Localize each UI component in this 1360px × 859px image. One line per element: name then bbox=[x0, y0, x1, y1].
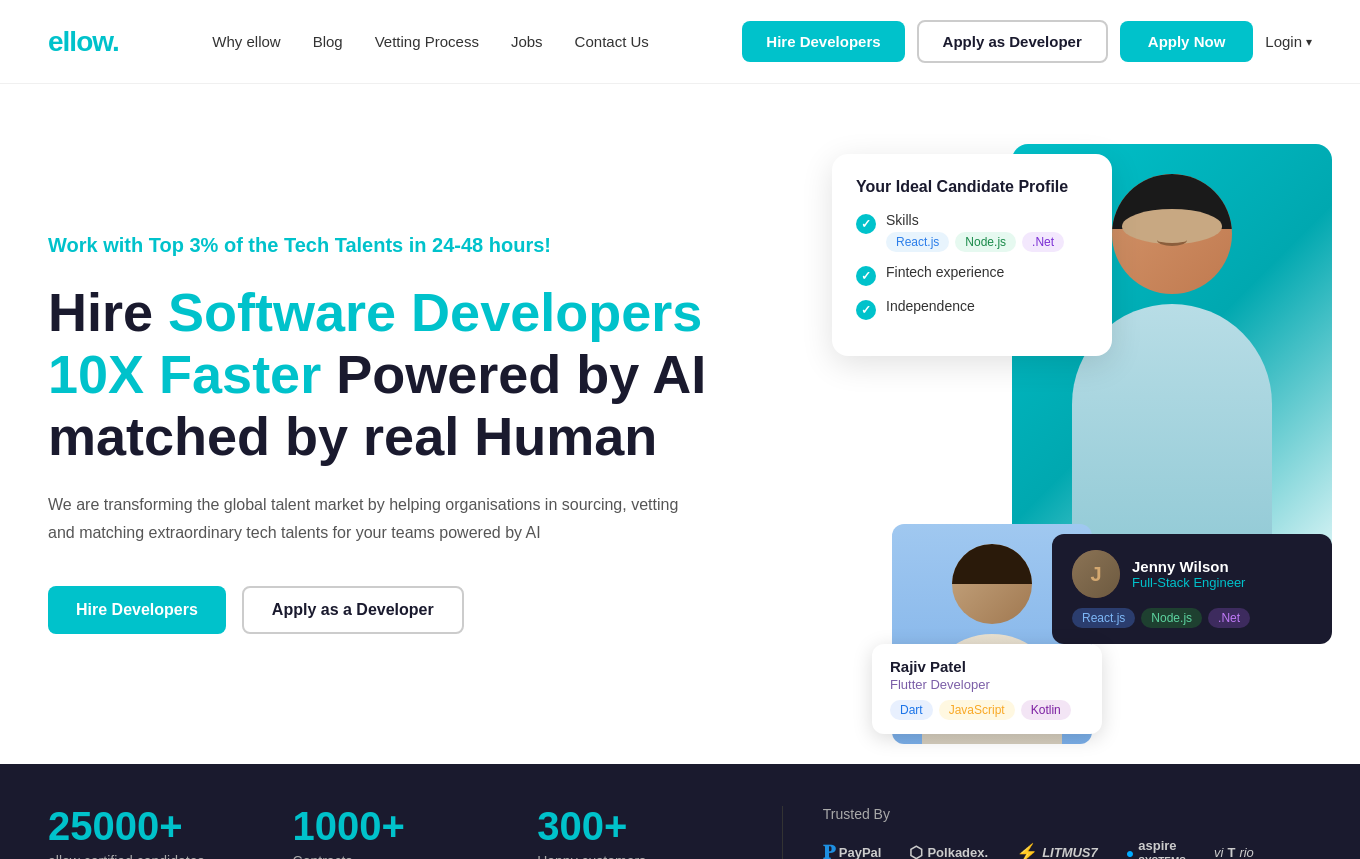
stat-candidates-num: 25000+ bbox=[48, 804, 293, 849]
nav-jobs[interactable]: Jobs bbox=[511, 33, 543, 50]
logo-litmus7: ⚡ LITMUS7 bbox=[1016, 842, 1098, 860]
nav-actions: Hire Developers Apply as Developer Apply… bbox=[742, 20, 1312, 63]
paypal-icon: 𝐏 bbox=[823, 841, 835, 859]
logo-polkadex: ⬡ Polkadex. bbox=[909, 843, 988, 859]
nav-why-ellow[interactable]: Why ellow bbox=[212, 33, 280, 50]
aspire-icon: ● bbox=[1126, 845, 1134, 860]
apply-now-button[interactable]: Apply Now bbox=[1120, 21, 1254, 62]
profile-fintech-row: Fintech experience bbox=[856, 264, 1088, 286]
litmus7-icon: ⚡ bbox=[1016, 842, 1038, 860]
avatar-smile bbox=[1157, 234, 1187, 246]
hero-title-part1: Hire bbox=[48, 282, 168, 342]
apply-as-developer-button[interactable]: Apply as Developer bbox=[917, 20, 1108, 63]
profile-skills-row: Skills React.js Node.js .Net bbox=[856, 212, 1088, 252]
rajiv-tags: Dart JavaScript Kotlin bbox=[890, 700, 1084, 720]
rajiv-tag-kotlin: Kotlin bbox=[1021, 700, 1071, 720]
rajiv-name: Rajiv Patel bbox=[890, 658, 1084, 675]
jenny-tag-node: Node.js bbox=[1141, 608, 1202, 628]
logo-paypal: 𝐏 PayPal bbox=[823, 841, 882, 859]
login-button[interactable]: Login bbox=[1265, 33, 1312, 50]
nav-contact[interactable]: Contact Us bbox=[575, 33, 649, 50]
stat-customers-num: 300+ bbox=[537, 804, 782, 849]
logo-text: llow. bbox=[63, 26, 119, 57]
hire-developers-button[interactable]: Hire Developers bbox=[742, 21, 904, 62]
stat-customers-label: Happy customers bbox=[537, 853, 782, 859]
tag-net: .Net bbox=[1022, 232, 1064, 252]
hero-title-highlight: Software Developers bbox=[168, 282, 702, 342]
jenny-role: Full-Stack Engineer bbox=[1132, 575, 1245, 590]
logo-vitrio: viTrio bbox=[1214, 845, 1254, 859]
rajiv-info-card: Rajiv Patel Flutter Developer Dart JavaS… bbox=[872, 644, 1102, 734]
hero-right: Your Ideal Candidate Profile Skills Reac… bbox=[832, 144, 1312, 724]
rajiv-hair bbox=[952, 544, 1032, 584]
tag-node: Node.js bbox=[955, 232, 1016, 252]
hero-hire-button[interactable]: Hire Developers bbox=[48, 586, 226, 634]
rajiv-avatar bbox=[952, 544, 1032, 624]
jenny-info: Jenny Wilson Full-Stack Engineer bbox=[1132, 558, 1245, 590]
hero-apply-button[interactable]: Apply as a Developer bbox=[242, 586, 464, 634]
tag-react: React.js bbox=[886, 232, 949, 252]
hero-tagline: Work with Top 3% of the Tech Talents in … bbox=[48, 234, 706, 257]
jenny-name: Jenny Wilson bbox=[1132, 558, 1245, 575]
profile-fintech: Fintech experience bbox=[886, 264, 1004, 280]
stats-bar: 25000+ ellow certified candidates 1000+ … bbox=[0, 764, 1360, 859]
jenny-avatar: J bbox=[1072, 550, 1120, 598]
hero-title-10x: 10X Faster bbox=[48, 344, 321, 404]
skills-label: Skills bbox=[886, 212, 1064, 228]
stat-candidates-label: ellow certified candidates bbox=[48, 853, 293, 859]
profile-card: Your Ideal Candidate Profile Skills Reac… bbox=[832, 154, 1112, 356]
profile-skills: Skills React.js Node.js .Net bbox=[886, 212, 1064, 252]
hero-left: Work with Top 3% of the Tech Talents in … bbox=[48, 234, 706, 634]
stat-contracts-label: Contracts bbox=[293, 853, 538, 859]
profile-independence: Independence bbox=[886, 298, 975, 314]
stat-contracts-num: 1000+ bbox=[293, 804, 538, 849]
jenny-header: J Jenny Wilson Full-Stack Engineer bbox=[1072, 550, 1312, 598]
stat-contracts: 1000+ Contracts bbox=[293, 804, 538, 859]
jenny-tag-net: .Net bbox=[1208, 608, 1250, 628]
hero-description: We are transforming the global talent ma… bbox=[48, 491, 688, 545]
stat-candidates: 25000+ ellow certified candidates bbox=[48, 804, 293, 859]
trusted-label: Trusted By bbox=[823, 806, 1312, 822]
hero-buttons: Hire Developers Apply as a Developer bbox=[48, 586, 706, 634]
jenny-card: J Jenny Wilson Full-Stack Engineer React… bbox=[1052, 534, 1332, 644]
logo[interactable]: ellow. bbox=[48, 26, 119, 58]
hero-section: Work with Top 3% of the Tech Talents in … bbox=[0, 84, 1360, 764]
nav-blog[interactable]: Blog bbox=[313, 33, 343, 50]
logo-aspire: ● aspireSYSTEMS bbox=[1126, 838, 1186, 860]
jenny-tag-react: React.js bbox=[1072, 608, 1135, 628]
rajiv-tag-dart: Dart bbox=[890, 700, 933, 720]
nav-vetting[interactable]: Vetting Process bbox=[375, 33, 479, 50]
fintech-check-icon bbox=[856, 266, 876, 286]
stat-customers: 300+ Happy customers bbox=[537, 804, 782, 859]
skills-tags: React.js Node.js .Net bbox=[886, 232, 1064, 252]
profile-independence-row: Independence bbox=[856, 298, 1088, 320]
profile-card-title: Your Ideal Candidate Profile bbox=[856, 178, 1088, 196]
navbar: ellow. Why ellow Blog Vetting Process Jo… bbox=[0, 0, 1360, 84]
rajiv-tag-js: JavaScript bbox=[939, 700, 1015, 720]
hero-title: Hire Software Developers 10X Faster Powe… bbox=[48, 281, 706, 467]
independence-check-icon bbox=[856, 300, 876, 320]
trusted-section: Trusted By 𝐏 PayPal ⬡ Polkadex. ⚡ LITMUS… bbox=[782, 806, 1312, 860]
skills-check-icon bbox=[856, 214, 876, 234]
trusted-logos: 𝐏 PayPal ⬡ Polkadex. ⚡ LITMUS7 ● aspireS… bbox=[823, 838, 1312, 860]
logo-e: e bbox=[48, 26, 63, 57]
nav-links: Why ellow Blog Vetting Process Jobs Cont… bbox=[212, 33, 649, 50]
polkadex-icon: ⬡ bbox=[909, 843, 923, 859]
rajiv-role: Flutter Developer bbox=[890, 677, 1084, 692]
jenny-tags: React.js Node.js .Net bbox=[1072, 608, 1312, 628]
